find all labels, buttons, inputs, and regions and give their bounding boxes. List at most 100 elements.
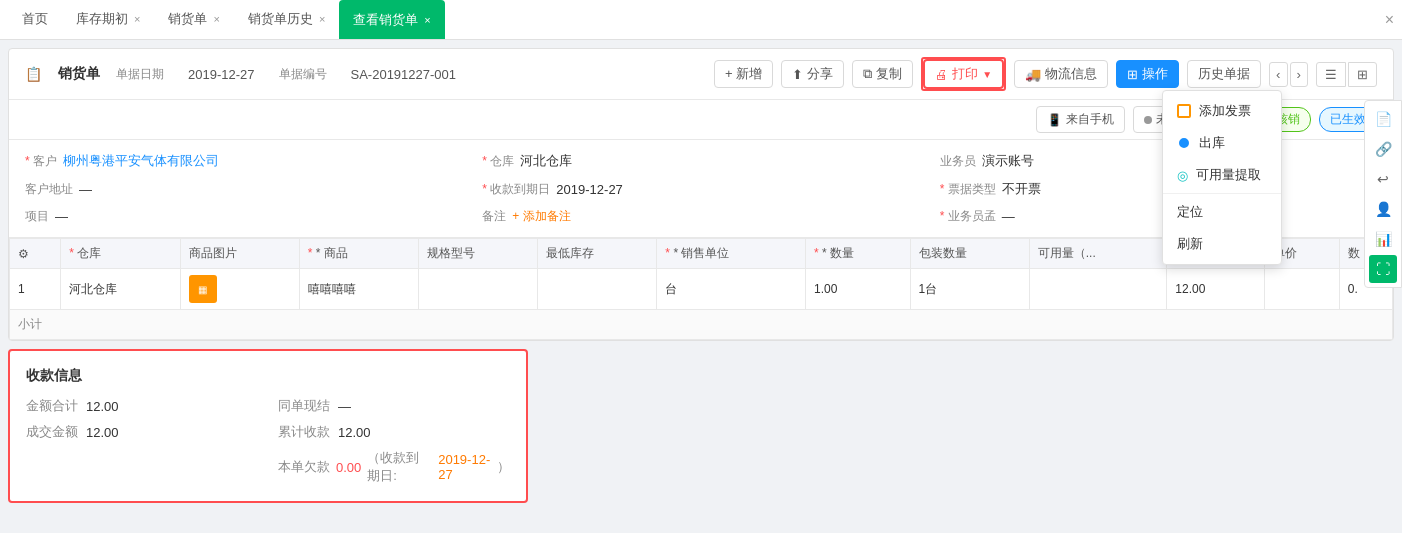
history-button[interactable]: 历史单据 <box>1187 60 1261 88</box>
doc-title: 销货单 <box>58 65 100 83</box>
project-label: 项目 <box>25 208 49 225</box>
tab-home[interactable]: 首页 <box>8 0 62 39</box>
total-value: 12.00 <box>86 399 119 414</box>
col-qty: * 数量 <box>805 239 910 269</box>
doc-actions: + 新增 ⬆ 分享 ⧉ 复制 🖨 打印 ▼ 🚚 物流信息 ⊞ <box>714 57 1377 91</box>
col-product: * 商品 <box>299 239 418 269</box>
cell-unit: 台 <box>657 269 806 310</box>
ticket-label: 票据类型 <box>940 181 996 198</box>
due-date: 2019-12-27 <box>438 452 491 482</box>
project-value: — <box>55 209 68 224</box>
prev-button[interactable]: ‹ <box>1269 62 1287 87</box>
close-tab-view-sales[interactable]: × <box>424 14 430 26</box>
cumulative-label: 累计收款 <box>278 423 330 441</box>
new-button[interactable]: + 新增 <box>714 60 773 88</box>
col-available: 可用量（... <box>1029 239 1167 269</box>
transaction-value: 12.00 <box>86 425 119 440</box>
tab-sales-history[interactable]: 销货单历史 × <box>234 0 339 39</box>
staff-label: 业务员 <box>940 153 976 170</box>
tab-inventory-init[interactable]: 库存期初 × <box>62 0 154 39</box>
operate-dropdown: 添加发票 出库 ◎ 可用量提取 定位 刷新 <box>1162 90 1282 265</box>
address-label: 客户地址 <box>25 181 73 198</box>
cell-pkg-qty: 1台 <box>910 269 1029 310</box>
number-label: 单据编号 <box>279 66 327 83</box>
customer-label: 客户 <box>25 153 57 170</box>
print-icon: 🖨 <box>935 67 948 82</box>
close-tab-sales-history[interactable]: × <box>319 13 325 25</box>
address-field: 客户地址 — <box>25 180 462 198</box>
dropdown-locate[interactable]: 定位 <box>1163 196 1281 228</box>
add-note-button[interactable]: 添加备注 <box>512 208 570 225</box>
sidebar-icon-chart[interactable]: 📊 <box>1369 225 1397 253</box>
sidebar-icon-doc[interactable]: 📄 <box>1369 105 1397 133</box>
same-order-item: 同单现结 — <box>278 397 510 415</box>
dropdown-refresh[interactable]: 刷新 <box>1163 228 1281 260</box>
grid-view-button[interactable]: ⊞ <box>1348 62 1377 87</box>
warehouse-value: 河北仓库 <box>520 152 572 170</box>
customer-field: 客户 柳州粤港平安气体有限公司 <box>25 152 462 170</box>
sidebar-icon-expand[interactable]: ⛶ <box>1369 255 1397 283</box>
cumulative-value: 12.00 <box>338 425 371 440</box>
close-tab-sales[interactable]: × <box>213 13 219 25</box>
from-phone-button[interactable]: 📱 来自手机 <box>1036 106 1125 133</box>
table-row: 1 河北仓库 ▦ 嘻嘻嘻嘻 台 1.00 1台 12.00 0. <box>10 269 1393 310</box>
nav-arrows: ‹ › <box>1269 62 1308 87</box>
global-close-button[interactable]: × <box>1385 11 1394 29</box>
payment-title: 收款信息 <box>26 367 510 385</box>
view-toggle: ☰ ⊞ <box>1316 62 1377 87</box>
share-button[interactable]: ⬆ 分享 <box>781 60 844 88</box>
sidebar-icon-link[interactable]: 🔗 <box>1369 135 1397 163</box>
address-value: — <box>79 182 92 197</box>
due-date-value: 2019-12-27 <box>556 182 623 197</box>
payment-grid: 金额合计 12.00 同单现结 — 成交金额 12.00 累计收款 12.00 … <box>26 397 510 485</box>
right-sidebar: 📄 🔗 ↩ 👤 📊 ⛶ <box>1364 100 1402 288</box>
tab-sales[interactable]: 销货单 × <box>154 0 233 39</box>
col-spec: 规格型号 <box>418 239 537 269</box>
due-end: ） <box>497 458 510 476</box>
note-field: 备注 添加备注 <box>482 208 919 225</box>
sidebar-icon-user[interactable]: 👤 <box>1369 195 1397 223</box>
sidebar-icon-return[interactable]: ↩ <box>1369 165 1397 193</box>
date-value: 2019-12-27 <box>188 67 255 82</box>
dropdown-divider <box>1163 193 1281 194</box>
close-tab-inventory[interactable]: × <box>134 13 140 25</box>
total-label: 金额合计 <box>26 397 78 415</box>
list-view-button[interactable]: ☰ <box>1316 62 1346 87</box>
due-label: 本单欠款 <box>278 458 330 476</box>
operate-button[interactable]: ⊞ 操作 <box>1116 60 1179 88</box>
next-button[interactable]: › <box>1290 62 1308 87</box>
note-label: 备注 <box>482 208 506 225</box>
dropdown-add-invoice[interactable]: 添加发票 <box>1163 95 1281 127</box>
customer-value[interactable]: 柳州粤港平安气体有限公司 <box>63 152 219 170</box>
cell-stock: 12.00 <box>1167 269 1264 310</box>
logistics-button[interactable]: 🚚 物流信息 <box>1014 60 1108 88</box>
dropdown-available-qty[interactable]: ◎ 可用量提取 <box>1163 159 1281 191</box>
col-pkg-qty: 包装数量 <box>910 239 1029 269</box>
staff-field: 业务员 演示账号 <box>940 152 1377 170</box>
phone-icon: 📱 <box>1047 113 1062 127</box>
print-button[interactable]: 🖨 打印 ▼ <box>923 59 1004 89</box>
due-item: 本单欠款 0.00 （收款到期日: 2019-12-27 ） <box>278 449 510 485</box>
project-field: 项目 — <box>25 208 462 225</box>
print-highlight: 🖨 打印 ▼ <box>921 57 1006 91</box>
due-date-field: 收款到期日 2019-12-27 <box>482 180 919 198</box>
available-qty-icon: ◎ <box>1177 168 1188 183</box>
print-arrow: ▼ <box>982 69 992 80</box>
grid-icon: ⊞ <box>1127 67 1138 82</box>
number-value: SA-20191227-001 <box>351 67 457 82</box>
staff2-label: 业务员孟 <box>940 208 996 225</box>
dropdown-outbound[interactable]: 出库 <box>1163 127 1281 159</box>
due-suffix: （收款到期日: <box>367 449 432 485</box>
col-unit: * 销售单位 <box>657 239 806 269</box>
due-value: 0.00 <box>336 460 361 475</box>
gray-dot <box>1144 116 1152 124</box>
doc-icon: 📋 <box>25 66 42 82</box>
tab-view-sales[interactable]: 查看销货单 × <box>339 0 444 39</box>
subtotal-label: 小计 <box>10 310 1393 340</box>
tab-bar: 首页 库存期初 × 销货单 × 销货单历史 × 查看销货单 × × <box>0 0 1402 40</box>
col-image: 商品图片 <box>180 239 299 269</box>
ticket-value: 不开票 <box>1002 180 1041 198</box>
col-gear: ⚙ <box>10 239 61 269</box>
share-icon: ⬆ <box>792 67 803 82</box>
copy-button[interactable]: ⧉ 复制 <box>852 60 913 88</box>
